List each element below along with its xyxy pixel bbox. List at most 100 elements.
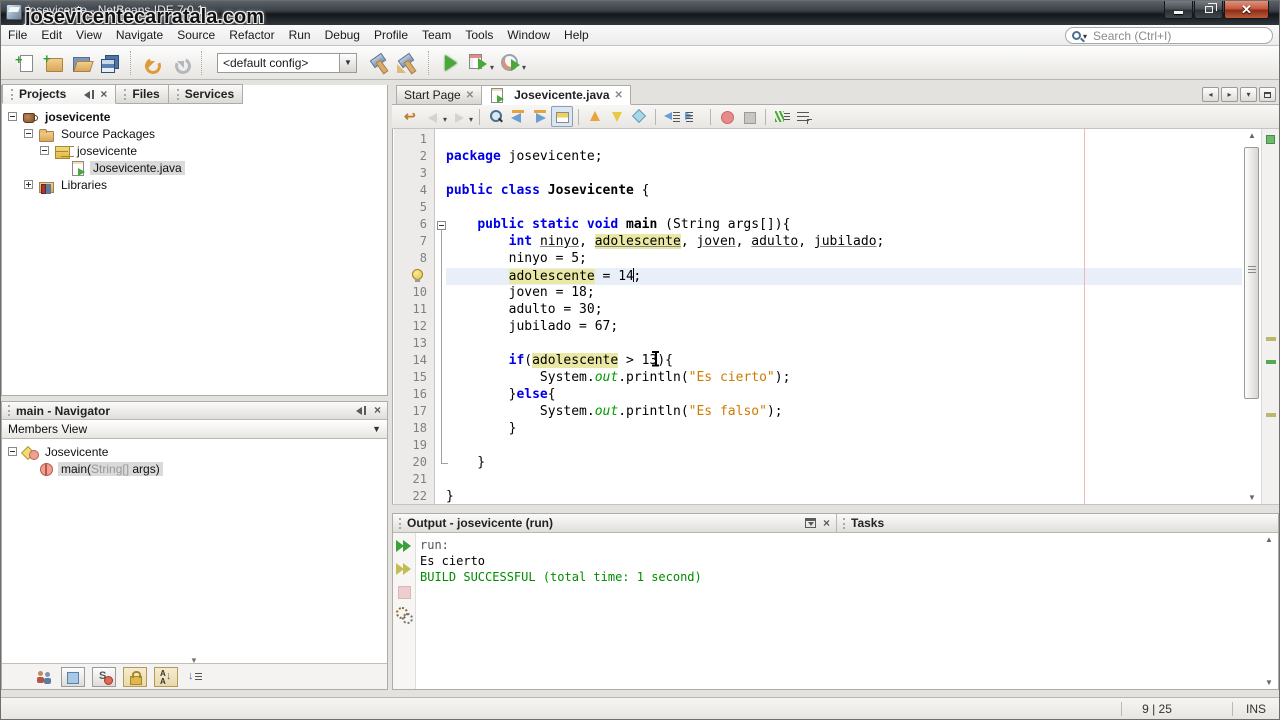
find-next-occurrence-button[interactable] xyxy=(529,106,551,127)
editor-tab-josevicente-java[interactable]: Josevicente.java ✕ xyxy=(482,85,631,105)
gutter-line[interactable]: 6 xyxy=(394,217,434,234)
tasks-tab[interactable]: Tasks xyxy=(837,514,1278,532)
rerun-button[interactable] xyxy=(395,537,414,556)
scroll-down-icon[interactable]: ▼ xyxy=(1248,493,1256,502)
expander-minus-icon[interactable] xyxy=(40,146,49,155)
scroll-tabs-right-button[interactable]: ▸ xyxy=(1221,87,1238,102)
show-non-public-members-button[interactable] xyxy=(123,666,147,687)
close-tab-icon[interactable]: ✕ xyxy=(615,90,623,101)
expander-plus-icon[interactable] xyxy=(24,180,33,189)
run-button[interactable] xyxy=(436,49,464,77)
shift-line-right-button[interactable] xyxy=(683,106,705,127)
gutter-line[interactable]: 11 xyxy=(394,302,434,319)
tree-item[interactable]: Josevicente.java xyxy=(2,159,387,176)
code-line[interactable]: package josevicente; xyxy=(446,149,1242,166)
fold-collapse-icon[interactable] xyxy=(437,221,446,230)
tree-item[interactable]: Libraries xyxy=(2,176,387,194)
sort-by-source-button[interactable] xyxy=(185,667,205,687)
code-line[interactable]: } xyxy=(446,455,1242,472)
comment-button[interactable] xyxy=(771,106,793,127)
menu-source[interactable]: Source xyxy=(170,26,222,44)
scroll-tabs-left-button[interactable]: ◂ xyxy=(1202,87,1219,102)
code-line[interactable]: public static void main (String args[]){ xyxy=(446,217,1242,234)
tab-projects[interactable]: Projects × xyxy=(2,84,117,104)
gutter-line[interactable]: 21 xyxy=(394,472,434,489)
gutter-line[interactable]: 17 xyxy=(394,404,434,421)
code-line[interactable] xyxy=(446,438,1242,455)
scroll-up-icon[interactable]: ▲ xyxy=(1248,131,1256,140)
chevron-down-icon[interactable]: ▼ xyxy=(339,53,356,72)
rerun-with-options-button[interactable] xyxy=(395,560,414,579)
gutter-line[interactable]: 16 xyxy=(394,387,434,404)
tab-files[interactable]: Files xyxy=(116,84,169,104)
expander-minus-icon[interactable] xyxy=(8,112,17,121)
hint-bulb-icon[interactable] xyxy=(411,268,423,282)
ant-settings-button[interactable] xyxy=(395,606,414,625)
config-combobox[interactable]: <default config> ▼ xyxy=(217,52,357,73)
scroll-down-icon[interactable]: ▼ xyxy=(1265,678,1273,687)
build-button[interactable] xyxy=(365,49,393,77)
output-console[interactable]: run: Es cierto BUILD SUCCESSFUL (total tim… xyxy=(420,537,1258,689)
shift-line-left-button[interactable] xyxy=(661,106,683,127)
code-line[interactable]: }else{ xyxy=(446,387,1242,404)
error-stripe-mark[interactable] xyxy=(1266,337,1276,341)
tab-services[interactable]: Services xyxy=(168,84,244,104)
navigator-view-selector[interactable]: Members View ▼ xyxy=(2,420,387,439)
code-editor[interactable]: 1 2 3 4 5 6 7 8 10 11 12 13 14 15 16 17 18 19 20 21 22 packa… xyxy=(392,129,1279,504)
search-input[interactable] xyxy=(1091,27,1266,44)
code-line[interactable] xyxy=(446,200,1242,217)
forward-button[interactable] xyxy=(448,106,470,127)
expander-minus-icon[interactable] xyxy=(8,447,17,456)
profile-button[interactable] xyxy=(496,49,524,77)
new-project-button[interactable] xyxy=(39,49,67,77)
tab-list-dropdown-button[interactable]: ▾ xyxy=(1240,87,1257,102)
find-previous-occurrence-button[interactable] xyxy=(507,106,529,127)
uncomment-button[interactable] xyxy=(793,106,815,127)
scrollbar-thumb[interactable] xyxy=(1244,147,1259,399)
tree-item[interactable]: main(String[] args) xyxy=(2,460,387,477)
restore-button[interactable] xyxy=(1194,1,1223,19)
error-stripe-mark[interactable] xyxy=(1266,413,1276,417)
code-line[interactable]: joven = 18; xyxy=(446,285,1242,302)
minimize-panel-icon[interactable] xyxy=(84,89,95,99)
gutter-line[interactable]: 2 xyxy=(394,149,434,166)
gutter-line[interactable]: 8 xyxy=(394,251,434,268)
previous-bookmark-button[interactable] xyxy=(584,106,606,127)
show-inherited-members-button[interactable] xyxy=(34,667,54,687)
minimize-panel-icon[interactable] xyxy=(355,406,366,415)
last-edit-location-button[interactable] xyxy=(400,106,422,127)
gutter-line[interactable]: 19 xyxy=(394,438,434,455)
quick-search[interactable]: ▾ xyxy=(1065,27,1273,44)
tree-item[interactable]: josevicente xyxy=(2,108,387,125)
close-panel-icon[interactable]: × xyxy=(100,88,107,100)
editor-tab-start-page[interactable]: Start Page ✕ xyxy=(396,85,483,105)
gutter-line[interactable]: 7 xyxy=(394,234,434,251)
close-output-icon[interactable]: × xyxy=(823,517,830,529)
menu-file[interactable]: File xyxy=(1,26,34,44)
back-button[interactable] xyxy=(422,106,444,127)
sort-alphabetically-button[interactable] xyxy=(154,666,178,687)
gutter-line[interactable]: 13 xyxy=(394,336,434,353)
menu-tools[interactable]: Tools xyxy=(458,26,500,44)
code-line[interactable] xyxy=(446,336,1242,353)
menu-run[interactable]: Run xyxy=(282,26,318,44)
code-line[interactable]: public class Josevicente { xyxy=(446,183,1242,200)
undo-button[interactable] xyxy=(138,49,166,77)
tree-item[interactable]: Source Packages xyxy=(2,125,387,142)
editor-scrollbar[interactable]: ▲ ▼ xyxy=(1244,131,1260,502)
maximize-editor-button[interactable] xyxy=(1259,87,1276,102)
scroll-up-icon[interactable]: ▲ xyxy=(1265,535,1273,544)
new-file-button[interactable] xyxy=(11,49,39,77)
minimize-output-icon[interactable] xyxy=(804,518,816,528)
code-line[interactable]: } xyxy=(446,421,1242,438)
code-line[interactable]: jubilado = 67; xyxy=(446,319,1242,336)
expander-minus-icon[interactable] xyxy=(24,129,33,138)
gutter-line[interactable] xyxy=(394,268,434,285)
code-line[interactable]: if(adolescente > 13){ xyxy=(446,353,1242,370)
menu-debug[interactable]: Debug xyxy=(318,26,367,44)
gutter-line[interactable]: 10 xyxy=(394,285,434,302)
save-all-button[interactable] xyxy=(95,49,123,77)
error-stripe[interactable] xyxy=(1261,129,1279,504)
gutter-line[interactable]: 1 xyxy=(394,132,434,149)
code-line[interactable]: int ninyo, adolescente, joven, adulto, j… xyxy=(446,234,1242,251)
